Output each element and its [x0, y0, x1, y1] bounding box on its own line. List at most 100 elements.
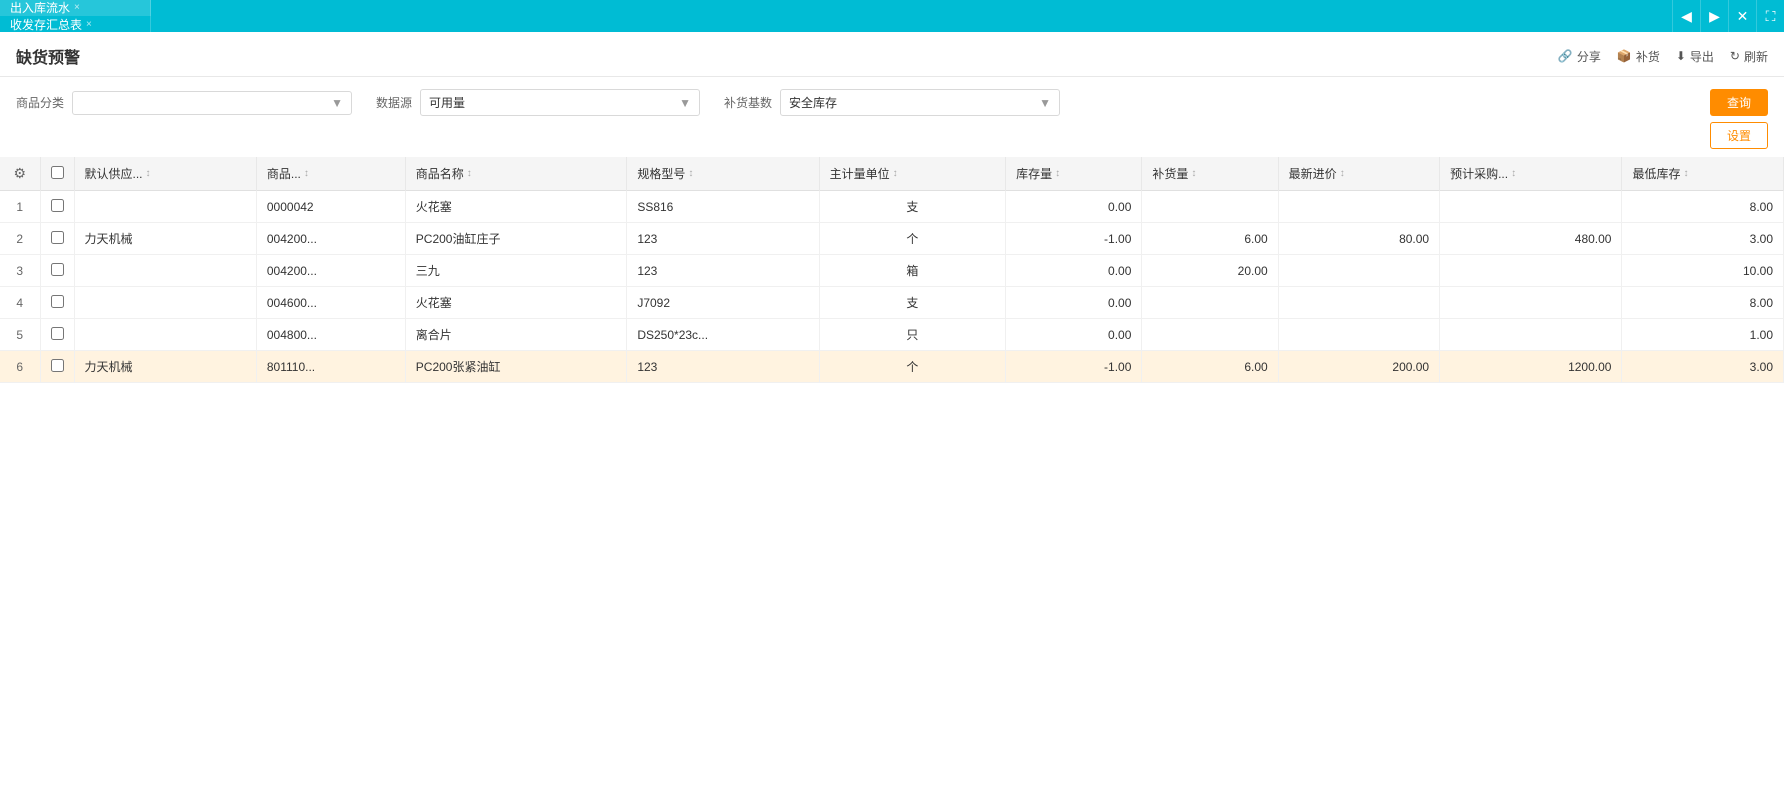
- col-min-stock[interactable]: 最低库存 ↕: [1622, 157, 1784, 191]
- filter-select-datasource[interactable]: 可用量 ▼: [420, 89, 700, 116]
- filter-replenish-base-value: 安全库存: [789, 94, 837, 111]
- export-icon: ⬇: [1676, 49, 1686, 63]
- nav-close-btn[interactable]: ✕: [1728, 0, 1756, 32]
- col-latest-price[interactable]: 最新进价 ↕: [1278, 157, 1439, 191]
- chevron-down-icon-3: ▼: [1039, 96, 1051, 110]
- cell-checkbox-1[interactable]: [40, 223, 74, 255]
- col-spec[interactable]: 规格型号 ↕: [627, 157, 819, 191]
- refresh-btn[interactable]: ↻ 刷新: [1730, 48, 1768, 65]
- nav-tab-label-5: 出入库流水: [10, 0, 70, 16]
- filter-section: 商品分类 ▼ 数据源 可用量 ▼ 补货基数 安全库存 ▼: [0, 77, 1784, 157]
- row-checkbox-2[interactable]: [51, 263, 64, 276]
- cell-replenish-0: [1142, 191, 1278, 223]
- cell-name-3: 火花塞: [405, 287, 627, 319]
- col-stock[interactable]: 库存量 ↕: [1006, 157, 1142, 191]
- share-btn[interactable]: 🔗 分享: [1558, 48, 1601, 65]
- cell-spec-1: 123: [627, 223, 819, 255]
- nav-prev-btn[interactable]: ◀: [1672, 0, 1700, 32]
- share-icon: 🔗: [1558, 49, 1573, 63]
- col-code[interactable]: 商品... ↕: [256, 157, 405, 191]
- cell-supplier-2: [74, 255, 256, 287]
- table-row: 2力天机械004200...PC200油缸庄子123个-1.006.0080.0…: [0, 223, 1784, 255]
- cell-minStock-5: 3.00: [1622, 351, 1784, 383]
- col-est-purchase[interactable]: 预计采购... ↕: [1440, 157, 1622, 191]
- cell-supplier-1: 力天机械: [74, 223, 256, 255]
- filter-fields: 商品分类 ▼ 数据源 可用量 ▼ 补货基数 安全库存 ▼: [16, 89, 1694, 116]
- top-nav: 首页拣货异常处理×现存量（库存状况表）×现存量（库存分布表）×库存批次账×出入库…: [0, 0, 1784, 32]
- row-checkbox-0[interactable]: [51, 199, 64, 212]
- col-supplier[interactable]: 默认供应... ↕: [74, 157, 256, 191]
- filter-select-replenish-base[interactable]: 安全库存 ▼: [780, 89, 1060, 116]
- cell-index-4: 5: [0, 319, 40, 351]
- chevron-down-icon-2: ▼: [679, 96, 691, 110]
- cell-minStock-2: 10.00: [1622, 255, 1784, 287]
- col-est-purchase-label: 预计采购...: [1450, 165, 1508, 182]
- export-btn[interactable]: ⬇ 导出: [1676, 48, 1714, 65]
- nav-fullscreen-btn[interactable]: ⛶: [1756, 0, 1784, 32]
- row-checkbox-4[interactable]: [51, 327, 64, 340]
- cell-spec-0: SS816: [627, 191, 819, 223]
- nav-tab-close-5[interactable]: ×: [74, 2, 80, 13]
- col-checkbox[interactable]: [40, 157, 74, 191]
- cell-estimatedPurchase-2: [1440, 255, 1622, 287]
- cell-name-5: PC200张紧油缸: [405, 351, 627, 383]
- filter-datasource-value: 可用量: [429, 94, 465, 111]
- cell-spec-5: 123: [627, 351, 819, 383]
- row-checkbox-3[interactable]: [51, 295, 64, 308]
- cell-checkbox-2[interactable]: [40, 255, 74, 287]
- cell-unit-1: 个: [819, 223, 1006, 255]
- table-container: ⚙ 默认供应... ↕ 商品... ↕: [0, 157, 1784, 383]
- cell-code-0: 0000042: [256, 191, 405, 223]
- settings-button[interactable]: 设置: [1710, 122, 1768, 149]
- cell-stock-4: 0.00: [1006, 319, 1142, 351]
- col-replenish[interactable]: 补货量 ↕: [1142, 157, 1278, 191]
- cell-index-1: 2: [0, 223, 40, 255]
- nav-tab-label-6: 收发存汇总表: [10, 16, 82, 32]
- nav-tab-6[interactable]: 收发存汇总表 ×: [0, 16, 151, 32]
- sort-icon-latest-price: ↕: [1340, 168, 1345, 179]
- replenish-btn[interactable]: 📦 补货: [1617, 48, 1660, 65]
- cell-checkbox-0[interactable]: [40, 191, 74, 223]
- col-code-label: 商品...: [267, 165, 301, 182]
- nav-controls: ◀ ▶ ✕ ⛶: [1672, 0, 1784, 32]
- row-checkbox-5[interactable]: [51, 359, 64, 372]
- nav-next-btn[interactable]: ▶: [1700, 0, 1728, 32]
- cell-index-5: 6: [0, 351, 40, 383]
- cell-checkbox-5[interactable]: [40, 351, 74, 383]
- cell-supplier-3: [74, 287, 256, 319]
- cell-code-4: 004800...: [256, 319, 405, 351]
- cell-checkbox-4[interactable]: [40, 319, 74, 351]
- cell-name-1: PC200油缸庄子: [405, 223, 627, 255]
- cell-estimatedPurchase-3: [1440, 287, 1622, 319]
- filter-group-datasource: 数据源 可用量 ▼: [376, 89, 700, 116]
- cell-checkbox-3[interactable]: [40, 287, 74, 319]
- col-min-stock-label: 最低库存: [1632, 165, 1680, 182]
- nav-tab-5[interactable]: 出入库流水 ×: [0, 0, 151, 16]
- col-unit-label: 主计量单位: [830, 165, 890, 182]
- cell-code-1: 004200...: [256, 223, 405, 255]
- sort-icon-supplier: ↕: [146, 168, 151, 179]
- filter-group-category: 商品分类 ▼: [16, 91, 352, 115]
- sort-icon-name: ↕: [467, 168, 472, 179]
- cell-stock-0: 0.00: [1006, 191, 1142, 223]
- cell-estimatedPurchase-4: [1440, 319, 1622, 351]
- cell-latestPrice-2: [1278, 255, 1439, 287]
- sort-icon-replenish: ↕: [1191, 168, 1196, 179]
- select-all-checkbox[interactable]: [51, 166, 64, 179]
- row-checkbox-1[interactable]: [51, 231, 64, 244]
- col-settings[interactable]: ⚙: [0, 157, 40, 191]
- cell-minStock-3: 8.00: [1622, 287, 1784, 319]
- refresh-icon: ↻: [1730, 49, 1740, 63]
- cell-replenish-1: 6.00: [1142, 223, 1278, 255]
- cell-index-3: 4: [0, 287, 40, 319]
- cell-code-2: 004200...: [256, 255, 405, 287]
- col-name[interactable]: 商品名称 ↕: [405, 157, 627, 191]
- col-replenish-label: 补货量: [1152, 165, 1188, 182]
- nav-tab-close-6[interactable]: ×: [86, 19, 92, 30]
- table-row: 5004800...离合片DS250*23c...只0.001.00: [0, 319, 1784, 351]
- cell-unit-5: 个: [819, 351, 1006, 383]
- cell-name-0: 火花塞: [405, 191, 627, 223]
- filter-select-category[interactable]: ▼: [72, 91, 352, 115]
- query-button[interactable]: 查询: [1710, 89, 1768, 116]
- col-unit[interactable]: 主计量单位 ↕: [819, 157, 1006, 191]
